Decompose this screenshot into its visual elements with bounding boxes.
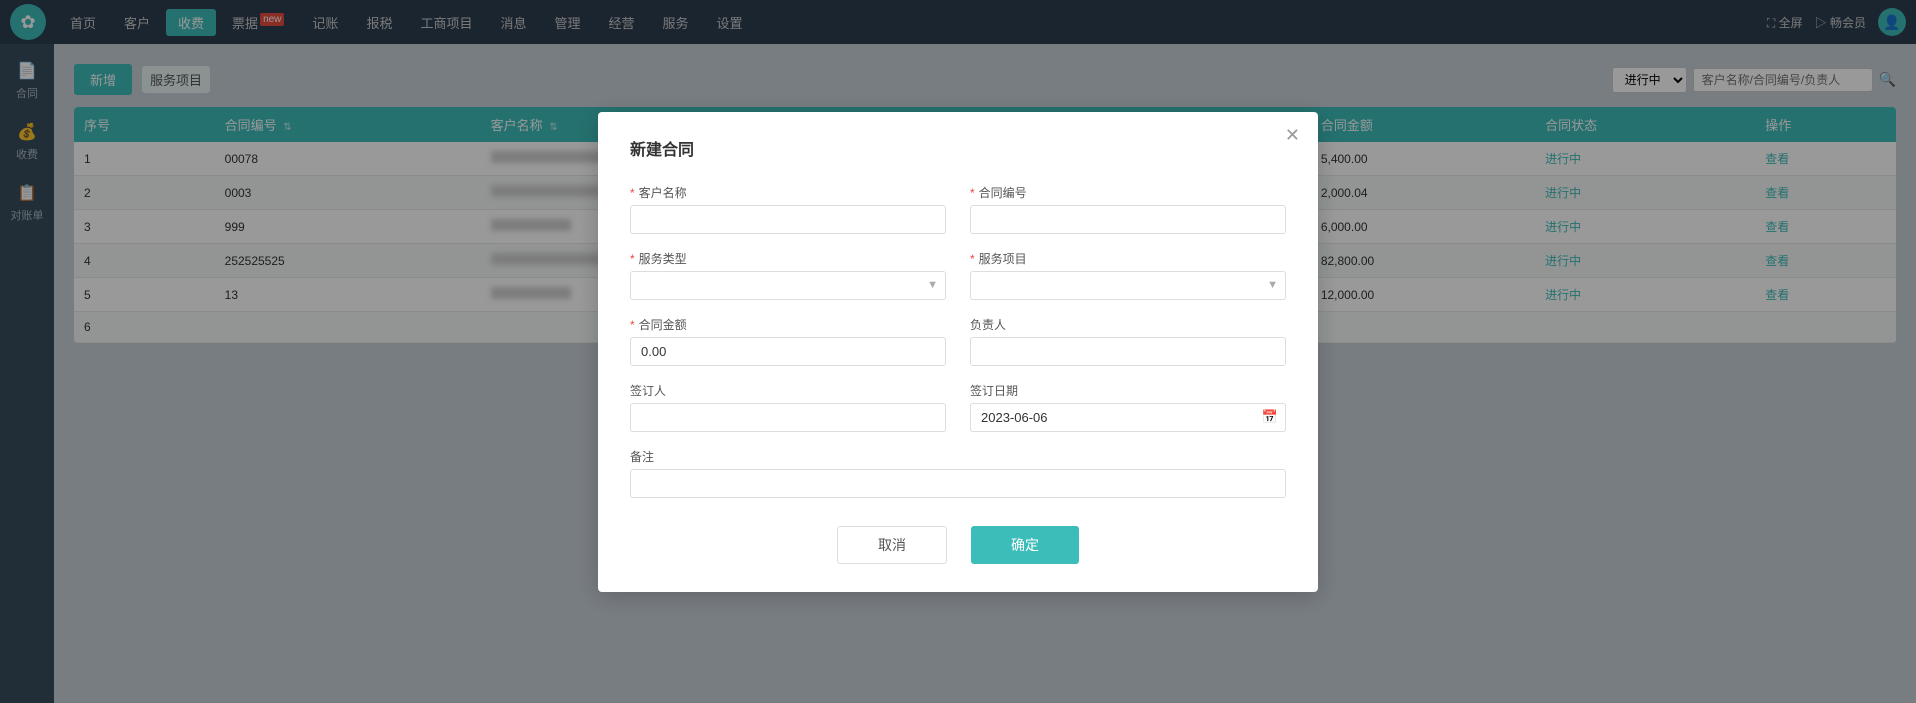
service-type-label: *服务类型 xyxy=(630,250,946,267)
service-type-select[interactable] xyxy=(630,271,946,300)
service-type-select-wrap: ▼ xyxy=(630,271,946,300)
form-row-notes: 备注 xyxy=(630,448,1286,498)
confirm-button[interactable]: 确定 xyxy=(971,526,1079,564)
service-item-label: *服务项目 xyxy=(970,250,1286,267)
customer-name-label: *客户名称 xyxy=(630,184,946,201)
responsible-label: 负责人 xyxy=(970,316,1286,333)
contract-no-input[interactable] xyxy=(970,205,1286,234)
modal-footer: 取消 确定 xyxy=(630,526,1286,564)
notes-input[interactable] xyxy=(630,469,1286,498)
service-item-select-wrap: ▼ xyxy=(970,271,1286,300)
contract-amount-label: *合同金额 xyxy=(630,316,946,333)
modal-overlay: ✕ 新建合同 *客户名称 *合同编号 *服务类型 xyxy=(0,0,1916,703)
form-row-sign-date: 签订日期 📅 xyxy=(970,382,1286,432)
signer-input[interactable] xyxy=(630,403,946,432)
notes-label: 备注 xyxy=(630,448,1286,465)
form-row-responsible: 负责人 xyxy=(970,316,1286,366)
cancel-button[interactable]: 取消 xyxy=(837,526,947,564)
form-row-amount: *合同金额 xyxy=(630,316,946,366)
sign-date-label: 签订日期 xyxy=(970,382,1286,399)
modal-close-button[interactable]: ✕ xyxy=(1285,126,1300,144)
contract-no-label: *合同编号 xyxy=(970,184,1286,201)
signer-label: 签订人 xyxy=(630,382,946,399)
contract-amount-input[interactable] xyxy=(630,337,946,366)
sign-date-wrap: 📅 xyxy=(970,403,1286,432)
form-row-contract-no: *合同编号 xyxy=(970,184,1286,234)
form-row-service-type: *服务类型 ▼ xyxy=(630,250,946,300)
form-row-service-item: *服务项目 ▼ xyxy=(970,250,1286,300)
new-contract-modal: ✕ 新建合同 *客户名称 *合同编号 *服务类型 xyxy=(598,112,1318,592)
modal-form: *客户名称 *合同编号 *服务类型 ▼ xyxy=(630,184,1286,432)
form-row-customer: *客户名称 xyxy=(630,184,946,234)
sign-date-input[interactable] xyxy=(970,403,1286,432)
modal-title: 新建合同 xyxy=(630,136,1286,160)
responsible-input[interactable] xyxy=(970,337,1286,366)
service-item-select[interactable] xyxy=(970,271,1286,300)
form-row-signer: 签订人 xyxy=(630,382,946,432)
customer-name-input[interactable] xyxy=(630,205,946,234)
